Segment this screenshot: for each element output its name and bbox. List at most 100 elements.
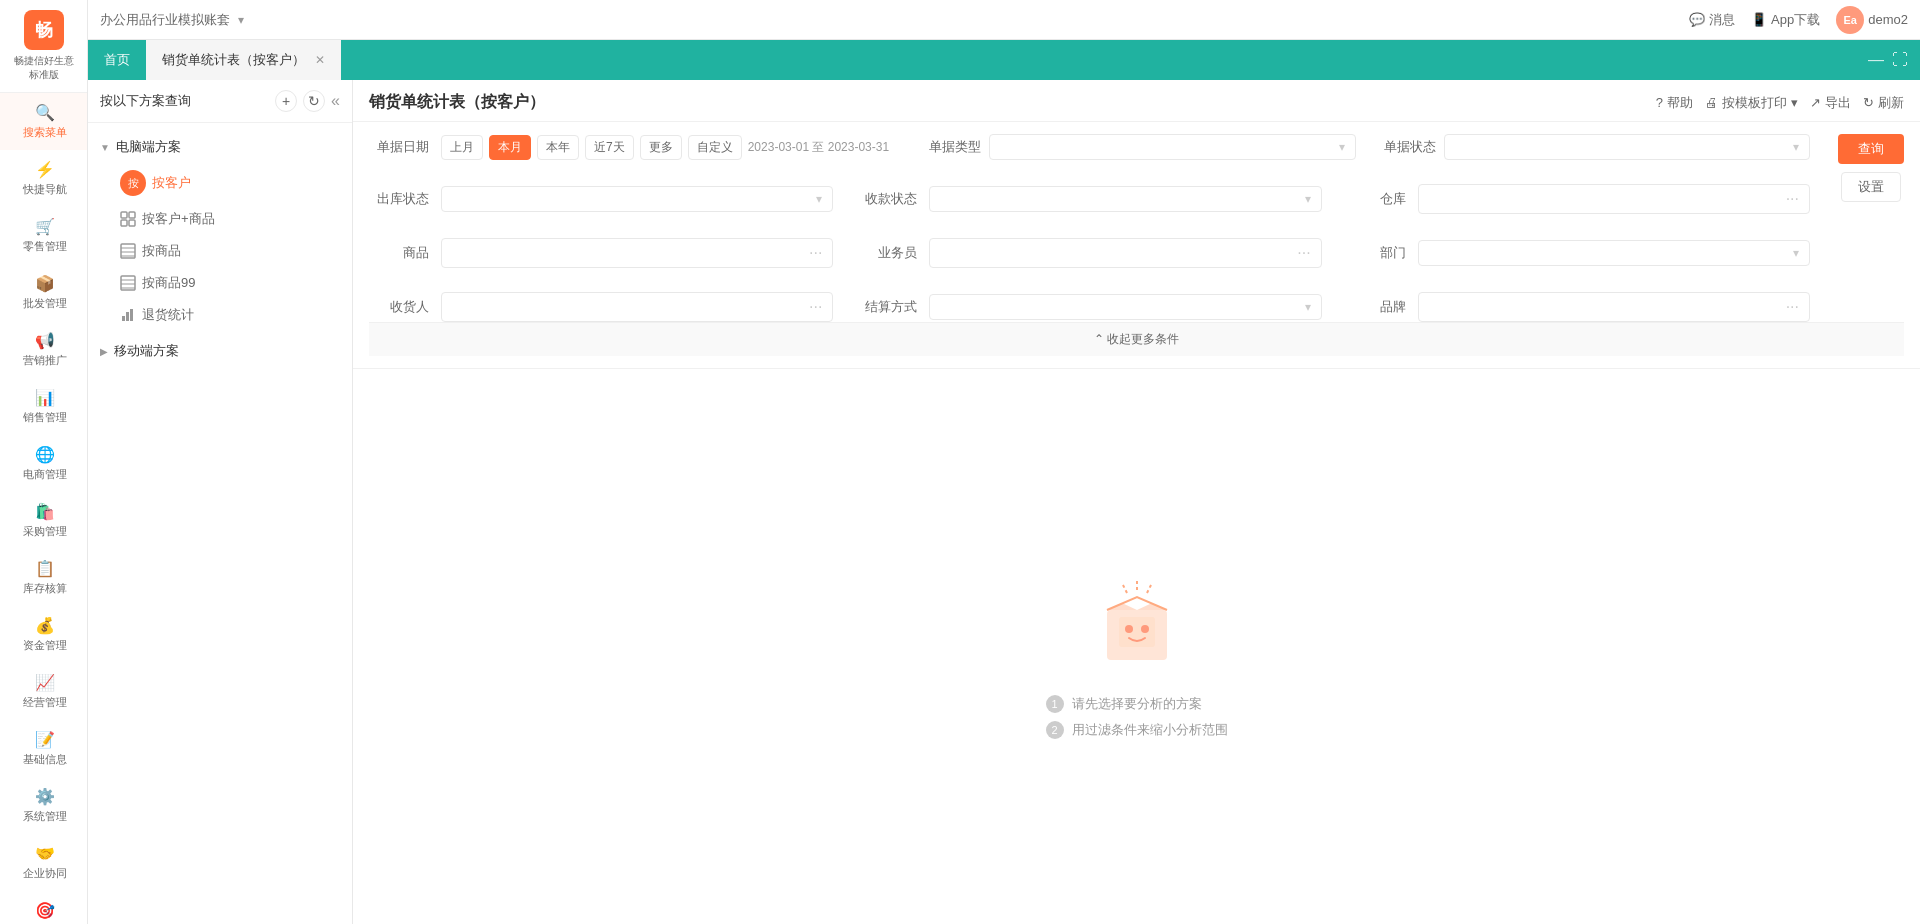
sidebar-item-ecommerce[interactable]: 🌐 电商管理 (0, 435, 87, 492)
sidebar-item-wholesale[interactable]: 📦 批发管理 (0, 264, 87, 321)
date-btn-this-year[interactable]: 本年 (537, 135, 579, 160)
sidebar: 畅 畅捷信好生意标准版 🔍 搜索菜单 ⚡ 快捷导航 🛒 零售管理 📦 批发管理 … (0, 0, 88, 924)
left-panel-header: 按以下方案查询 + ↻ « (88, 80, 352, 123)
sidebar-item-finance[interactable]: 💰 资金管理 (0, 606, 87, 663)
collapse-more-button[interactable]: ⌃ 收起更多条件 (369, 322, 1904, 356)
empty-illustration (1077, 555, 1197, 675)
tab-maximize-button[interactable]: ⛶ (1892, 51, 1908, 69)
collect-status-label: 收款状态 (857, 190, 917, 208)
sidebar-item-marketing[interactable]: 📢 营销推广 (0, 321, 87, 378)
export-button[interactable]: ↗ 导出 (1810, 94, 1851, 112)
company-title: 办公用品行业模拟账套 (100, 11, 230, 29)
svg-rect-16 (1119, 617, 1155, 647)
sidebar-item-search-menu[interactable]: 🔍 搜索菜单 (0, 93, 87, 150)
table-icon-1 (120, 243, 136, 259)
tree-item-refund-stat[interactable]: 退货统计 (108, 299, 352, 331)
message-icon: 💬 (1689, 12, 1705, 27)
app-logo[interactable]: 畅 畅捷信好生意标准版 (0, 0, 87, 93)
warehouse-label: 仓库 (1346, 190, 1406, 208)
retail-icon: 🛒 (35, 217, 55, 236)
svg-rect-3 (129, 220, 135, 226)
sidebar-item-basic[interactable]: 📝 基础信息 (0, 720, 87, 777)
tab-sales-stat[interactable]: 销货单统计表（按客户） ✕ (146, 40, 341, 80)
tree-item-by-customer-goods[interactable]: 按客户+商品 (108, 203, 352, 235)
page-title: 销货单统计表（按客户） (369, 92, 545, 113)
left-panel: 按以下方案查询 + ↻ « ▼ 电脑端方案 按 按客户 (88, 80, 353, 924)
tree-expand-desktop: ▼ (100, 142, 110, 153)
receiver-select[interactable]: ··· (441, 292, 833, 322)
collapse-panel-button[interactable]: « (331, 92, 340, 110)
date-btn-last-month[interactable]: 上月 (441, 135, 483, 160)
tab-home[interactable]: 首页 (88, 40, 146, 80)
goods-select[interactable]: ··· (441, 238, 833, 268)
svg-rect-0 (121, 212, 127, 218)
tree-item-by-goods[interactable]: 按商品 (108, 235, 352, 267)
filter-row-3: 商品 ··· 业务员 ··· 部门 (369, 238, 1810, 268)
left-panel-title: 按以下方案查询 (100, 92, 191, 110)
payment-method-arrow: ▾ (1305, 300, 1311, 314)
sidebar-item-inventory[interactable]: 📋 库存核算 (0, 549, 87, 606)
collect-status-select[interactable]: ▾ (929, 186, 1321, 212)
dept-select[interactable]: ▾ (1418, 240, 1810, 266)
salesperson-label: 业务员 (857, 244, 917, 262)
basic-icon: 📝 (35, 730, 55, 749)
message-button[interactable]: 💬 消息 (1689, 11, 1735, 29)
marketing-icon: 📢 (35, 331, 55, 350)
tree-item-by-goods99[interactable]: 按商品99 (108, 267, 352, 299)
right-panel: 销货单统计表（按客户） ? 帮助 🖨 按模板打印 ▾ ↗ 导出 (353, 80, 1920, 924)
date-btn-this-month[interactable]: 本月 (489, 135, 531, 160)
refresh-button[interactable]: ↻ 刷新 (1863, 94, 1904, 112)
tree-mobile-section[interactable]: ▶ 移动端方案 (88, 335, 352, 367)
sidebar-item-ops[interactable]: 📈 经营管理 (0, 663, 87, 720)
inventory-icon: 📋 (35, 559, 55, 578)
warehouse-select[interactable]: ··· (1418, 184, 1810, 214)
filter-row-4: 收货人 ··· 结算方式 ▾ 品牌 (369, 292, 1810, 322)
tree-desktop-children: 按 按客户 按客户+商品 (88, 163, 352, 331)
tree-desktop-section[interactable]: ▼ 电脑端方案 (88, 131, 352, 163)
out-status-select[interactable]: ▾ (441, 186, 833, 212)
sales-icon: 📊 (35, 388, 55, 407)
date-label: 单据日期 (369, 138, 429, 156)
sidebar-item-sales[interactable]: 📊 销售管理 (0, 378, 87, 435)
app-download-button[interactable]: 📱 App下载 (1751, 11, 1820, 29)
print-icon: 🖨 (1705, 95, 1718, 110)
sidebar-item-system[interactable]: ⚙️ 系统管理 (0, 777, 87, 834)
page-header: 销货单统计表（按客户） ? 帮助 🖨 按模板打印 ▾ ↗ 导出 (353, 80, 1920, 122)
query-button[interactable]: 查询 (1838, 134, 1904, 164)
out-status-arrow: ▾ (816, 192, 822, 206)
table-icon-2 (120, 275, 136, 291)
date-btn-custom[interactable]: 自定义 (688, 135, 742, 160)
tree-mobile-label: 移动端方案 (114, 342, 179, 360)
refresh-scheme-button[interactable]: ↻ (303, 90, 325, 112)
tab-close-button[interactable]: ✕ (315, 53, 325, 67)
help-button[interactable]: ? 帮助 (1656, 94, 1693, 112)
user-menu[interactable]: Ea demo2 (1836, 6, 1908, 34)
tree-item-by-customer[interactable]: 按 按客户 (108, 163, 352, 203)
doc-type-select[interactable]: ▾ (989, 134, 1355, 160)
sidebar-item-purchase[interactable]: 🛍️ 采购管理 (0, 492, 87, 549)
salesperson-select[interactable]: ··· (929, 238, 1321, 268)
salesperson-dots: ··· (1297, 244, 1310, 262)
svg-rect-14 (130, 309, 133, 321)
print-button[interactable]: 🖨 按模板打印 ▾ (1705, 94, 1798, 112)
sidebar-item-newbie[interactable]: 🎯 新手引导 (0, 891, 87, 924)
sidebar-item-retail[interactable]: 🛒 零售管理 (0, 207, 87, 264)
setting-button[interactable]: 设置 (1841, 172, 1901, 202)
payment-method-select[interactable]: ▾ (929, 294, 1321, 320)
svg-rect-1 (129, 212, 135, 218)
dept-label: 部门 (1346, 244, 1406, 262)
topbar-left: 办公用品行业模拟账套 ▾ (100, 11, 244, 29)
download-icon: 📱 (1751, 12, 1767, 27)
company-dropdown[interactable]: ▾ (238, 13, 244, 27)
collect-status-arrow: ▾ (1305, 192, 1311, 206)
add-scheme-button[interactable]: + (275, 90, 297, 112)
date-btn-more[interactable]: 更多 (640, 135, 682, 160)
brand-select[interactable]: ··· (1418, 292, 1810, 322)
tab-minimize-button[interactable]: — (1868, 51, 1884, 69)
content-area: 按以下方案查询 + ↻ « ▼ 电脑端方案 按 按客户 (88, 80, 1920, 924)
goods-label: 商品 (369, 244, 429, 262)
sidebar-item-quick-nav[interactable]: ⚡ 快捷导航 (0, 150, 87, 207)
date-btn-last7days[interactable]: 近7天 (585, 135, 634, 160)
sidebar-item-corp[interactable]: 🤝 企业协同 (0, 834, 87, 891)
doc-status-select[interactable]: ▾ (1444, 134, 1810, 160)
